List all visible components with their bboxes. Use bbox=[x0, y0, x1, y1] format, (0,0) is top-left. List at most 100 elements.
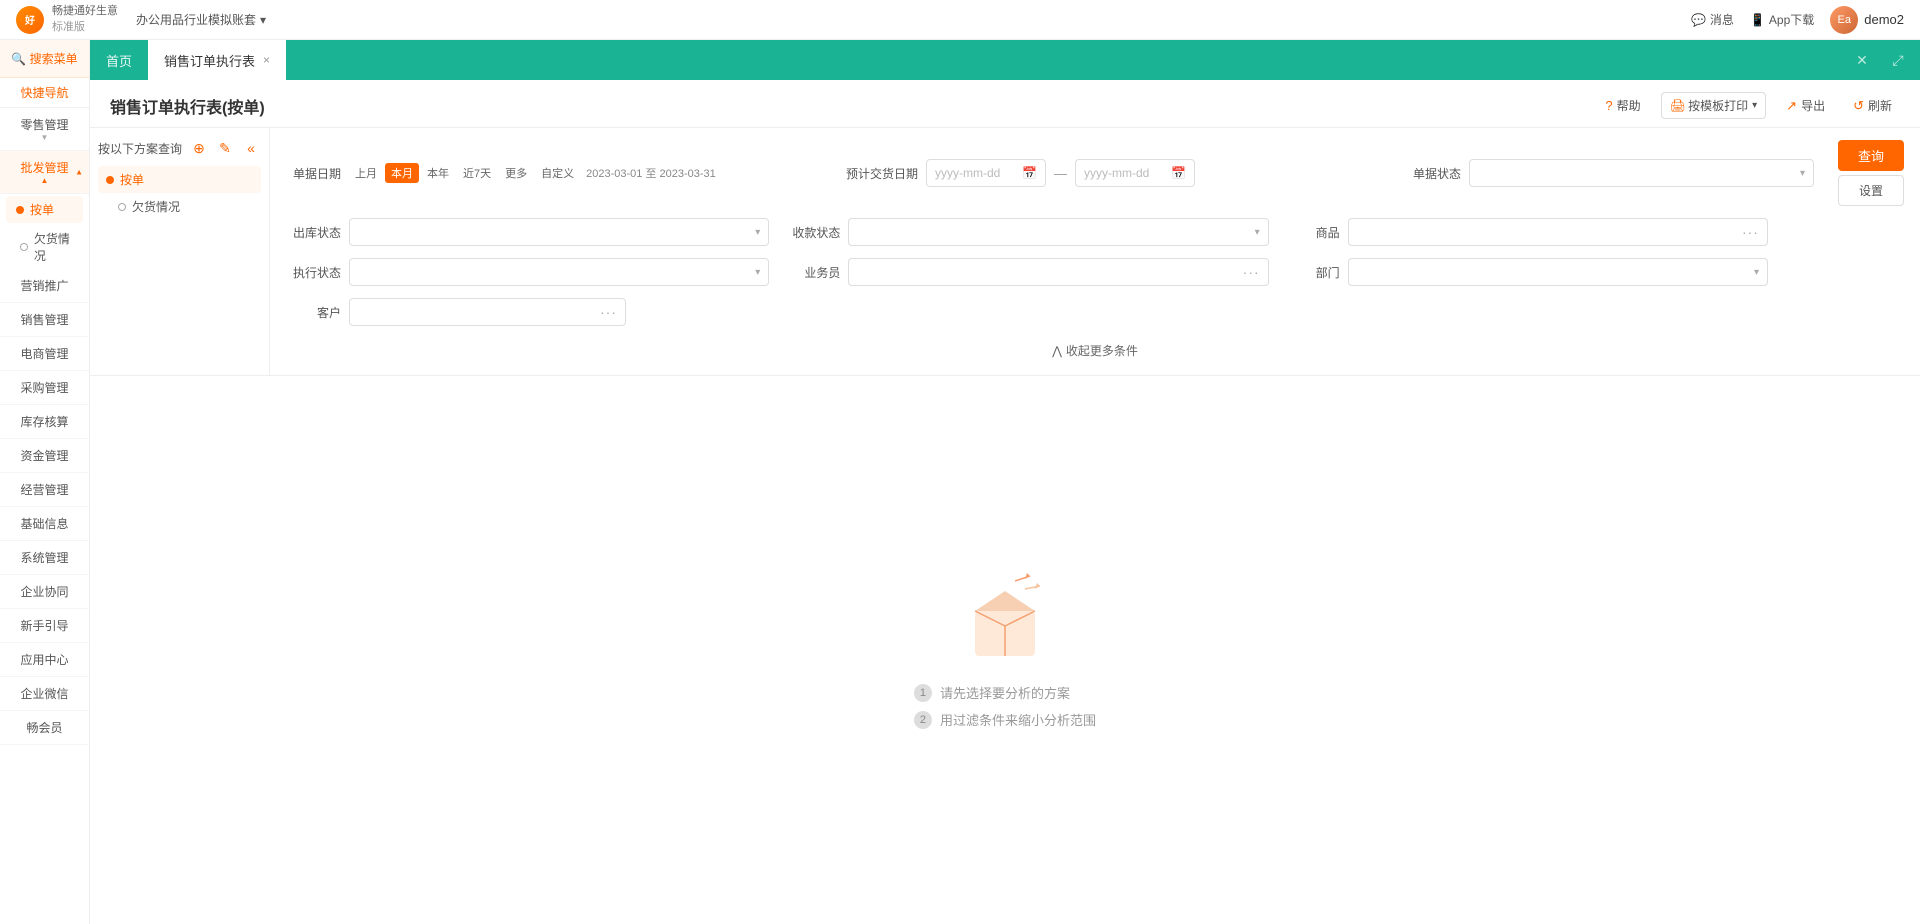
date-tabs: 上月 本月 本年 近7天 更多 自定义 bbox=[349, 163, 580, 183]
industry-selector[interactable]: 办公用品行业模拟账套 ▾ bbox=[128, 9, 274, 30]
goods-input[interactable]: ··· bbox=[1348, 218, 1768, 246]
message-action[interactable]: 💬 消息 bbox=[1691, 11, 1734, 28]
user-avatar-area[interactable]: Ea demo2 bbox=[1830, 6, 1904, 34]
sidebar-item-corpwechat[interactable]: 企业微信 bbox=[0, 677, 89, 711]
receive-chevron-icon: ▾ bbox=[1255, 227, 1260, 238]
scheme-item-quotation[interactable]: 按单 bbox=[98, 166, 261, 193]
sidebar-item-label: 资金管理 bbox=[20, 447, 68, 464]
top-header: 好 畅捷通好生意 标准版 办公用品行业模拟账套 ▾ 💬 消息 📱 App下载 E… bbox=[0, 0, 1920, 40]
app-download-action[interactable]: 📱 App下载 bbox=[1750, 11, 1814, 28]
date-tab-more[interactable]: 更多 bbox=[499, 163, 533, 183]
date-controls: 上月 本月 本年 近7天 更多 自定义 2023-03-01 至 2023-03… bbox=[349, 163, 830, 183]
sidebar-item-appcenter[interactable]: 应用中心 bbox=[0, 643, 89, 677]
scheme-label: 按单 bbox=[120, 171, 144, 188]
export-icon: ↗ bbox=[1786, 98, 1797, 114]
date-tab-thisyear[interactable]: 本年 bbox=[421, 163, 455, 183]
sidebar-item-finance[interactable]: 资金管理 bbox=[0, 439, 89, 473]
sidebar-item-sales[interactable]: 销售管理 bbox=[0, 303, 89, 337]
filter-form: 单据日期 上月 本月 本年 近7天 更多 自定义 bbox=[270, 128, 1920, 375]
sidebar-item-label: 零售管理 bbox=[20, 116, 68, 133]
date-tab-thismonth[interactable]: 本月 bbox=[385, 163, 419, 183]
date-tab-lastmonth[interactable]: 上月 bbox=[349, 163, 383, 183]
date-tab-last7[interactable]: 近7天 bbox=[457, 163, 497, 183]
receive-select[interactable]: ▾ bbox=[848, 218, 1268, 246]
sidebar-item-label: 新手引导 bbox=[20, 617, 68, 634]
tab-home[interactable]: 首页 bbox=[90, 40, 148, 80]
sidebar-item-newbie[interactable]: 新手引导 bbox=[0, 609, 89, 643]
doc-date-label: 单据日期 bbox=[286, 165, 341, 182]
sidebar-sub-item-overdue[interactable]: 欠货情况 bbox=[0, 225, 89, 269]
date-tab-custom[interactable]: 自定义 bbox=[535, 163, 580, 183]
scheme-active-dot bbox=[106, 176, 114, 184]
customer-dots-icon: ··· bbox=[600, 304, 617, 320]
refresh-btn[interactable]: ↺ 刷新 bbox=[1845, 93, 1900, 118]
sidebar-item-system[interactable]: 系统管理 bbox=[0, 541, 89, 575]
sidebar-search-label: 搜索菜单 bbox=[30, 52, 78, 66]
empty-illustration bbox=[955, 571, 1055, 671]
dept-select[interactable]: ▾ bbox=[1348, 258, 1768, 286]
header-right: 💬 消息 📱 App下载 Ea demo2 bbox=[1691, 6, 1904, 34]
sidebar-item-label: 企业微信 bbox=[20, 685, 68, 702]
add-scheme-btn[interactable]: ⊕ bbox=[189, 138, 209, 158]
doc-status-select[interactable]: ▾ bbox=[1469, 159, 1814, 187]
industry-chevron-icon: ▾ bbox=[260, 13, 266, 27]
collapse-sidebar-btn[interactable]: « bbox=[241, 138, 261, 158]
chevron-icon: ▲ bbox=[41, 176, 49, 185]
sidebar-item-wholesale[interactable]: 批发管理 ▲ bbox=[0, 151, 89, 194]
sidebar-item-operations[interactable]: 经营管理 bbox=[0, 473, 89, 507]
sidebar-sub-item-quotation[interactable]: 按单 bbox=[6, 196, 83, 223]
window-maximize-btn[interactable]: ⤢ bbox=[1884, 46, 1912, 74]
sidebar-item-inventory[interactable]: 库存核算 bbox=[0, 405, 89, 439]
collapse-arrow-icon: ⋀ bbox=[1052, 344, 1062, 358]
customer-label: 客户 bbox=[286, 304, 341, 321]
export-label: 导出 bbox=[1801, 97, 1825, 114]
field-doc-status: 单据状态 ▾ bbox=[1406, 159, 1814, 187]
execute-select[interactable]: ▾ bbox=[349, 258, 769, 286]
staff-input[interactable]: ··· bbox=[848, 258, 1268, 286]
sidebar-item-ecommerce[interactable]: 电商管理 bbox=[0, 337, 89, 371]
query-btn[interactable]: 查询 bbox=[1838, 140, 1904, 171]
help-label: 帮助 bbox=[1617, 97, 1641, 114]
logo-text-block: 畅捷通好生意 标准版 bbox=[52, 5, 118, 34]
expected-date-from[interactable]: yyyy-mm-dd 📅 bbox=[926, 159, 1046, 187]
sidebar-item-basic[interactable]: 基础信息 bbox=[0, 507, 89, 541]
outstock-select[interactable]: ▾ bbox=[349, 218, 769, 246]
export-btn[interactable]: ↗ 导出 bbox=[1778, 93, 1833, 118]
customer-input[interactable]: ··· bbox=[349, 298, 626, 326]
outstock-label: 出库状态 bbox=[286, 224, 341, 241]
collapse-more-btn[interactable]: ⋀ 收起更多条件 bbox=[286, 338, 1904, 363]
calendar-icon: 📅 bbox=[1022, 166, 1037, 180]
sub-label: 欠货情况 bbox=[34, 230, 81, 264]
sub-label: 按单 bbox=[30, 201, 54, 218]
settings-btn[interactable]: 设置 bbox=[1838, 175, 1904, 206]
help-btn[interactable]: ? 帮助 bbox=[1597, 93, 1648, 118]
sidebar-search[interactable]: 🔍 搜索菜单 bbox=[0, 40, 89, 78]
print-chevron-icon: ▾ bbox=[1752, 100, 1757, 111]
collapse-icon: « bbox=[247, 140, 255, 156]
outstock-chevron-icon: ▾ bbox=[755, 227, 760, 238]
scheme-item-overdue[interactable]: 欠货情况 bbox=[98, 193, 261, 220]
sidebar-nav-quick[interactable]: 快捷导航 bbox=[0, 78, 89, 108]
expected-date-to[interactable]: yyyy-mm-dd 📅 bbox=[1075, 159, 1195, 187]
main-layout: 🔍 搜索菜单 快捷导航 零售管理 ▼ 批发管理 ▲ 按单 欠货情况 营销推广 销… bbox=[0, 40, 1920, 924]
tab-close-icon[interactable]: × bbox=[263, 53, 270, 67]
tab-salesorder[interactable]: 销售订单执行表 × bbox=[148, 40, 286, 80]
staff-dots-icon: ··· bbox=[1243, 264, 1260, 280]
expected-date-label: 预计交货日期 bbox=[846, 165, 918, 182]
inactive-dot bbox=[20, 243, 28, 251]
sidebar-item-purchase[interactable]: 采购管理 bbox=[0, 371, 89, 405]
sidebar-item-member[interactable]: 畅会员 bbox=[0, 711, 89, 745]
help-icon: ? bbox=[1605, 98, 1612, 113]
print-btn[interactable]: 🖨 按模板打印 ▾ bbox=[1661, 92, 1767, 119]
scheme-actions: ⊕ ✎ « bbox=[189, 138, 261, 158]
page-header: 销售订单执行表(按单) ? 帮助 🖨 按模板打印 ▾ ↗ 导出 bbox=[90, 80, 1920, 128]
username-label: demo2 bbox=[1864, 12, 1904, 27]
edit-icon: ✎ bbox=[219, 140, 231, 157]
filter-row-2: 出库状态 ▾ 收款状态 ▾ bbox=[286, 218, 1904, 246]
edit-scheme-btn[interactable]: ✎ bbox=[215, 138, 235, 158]
message-label: 消息 bbox=[1710, 11, 1734, 28]
window-close-btn[interactable]: ✕ bbox=[1848, 46, 1876, 74]
sidebar-item-retail[interactable]: 零售管理 ▼ bbox=[0, 108, 89, 151]
sidebar-item-enterprise[interactable]: 企业协同 bbox=[0, 575, 89, 609]
sidebar-item-marketing[interactable]: 营销推广 bbox=[0, 269, 89, 303]
